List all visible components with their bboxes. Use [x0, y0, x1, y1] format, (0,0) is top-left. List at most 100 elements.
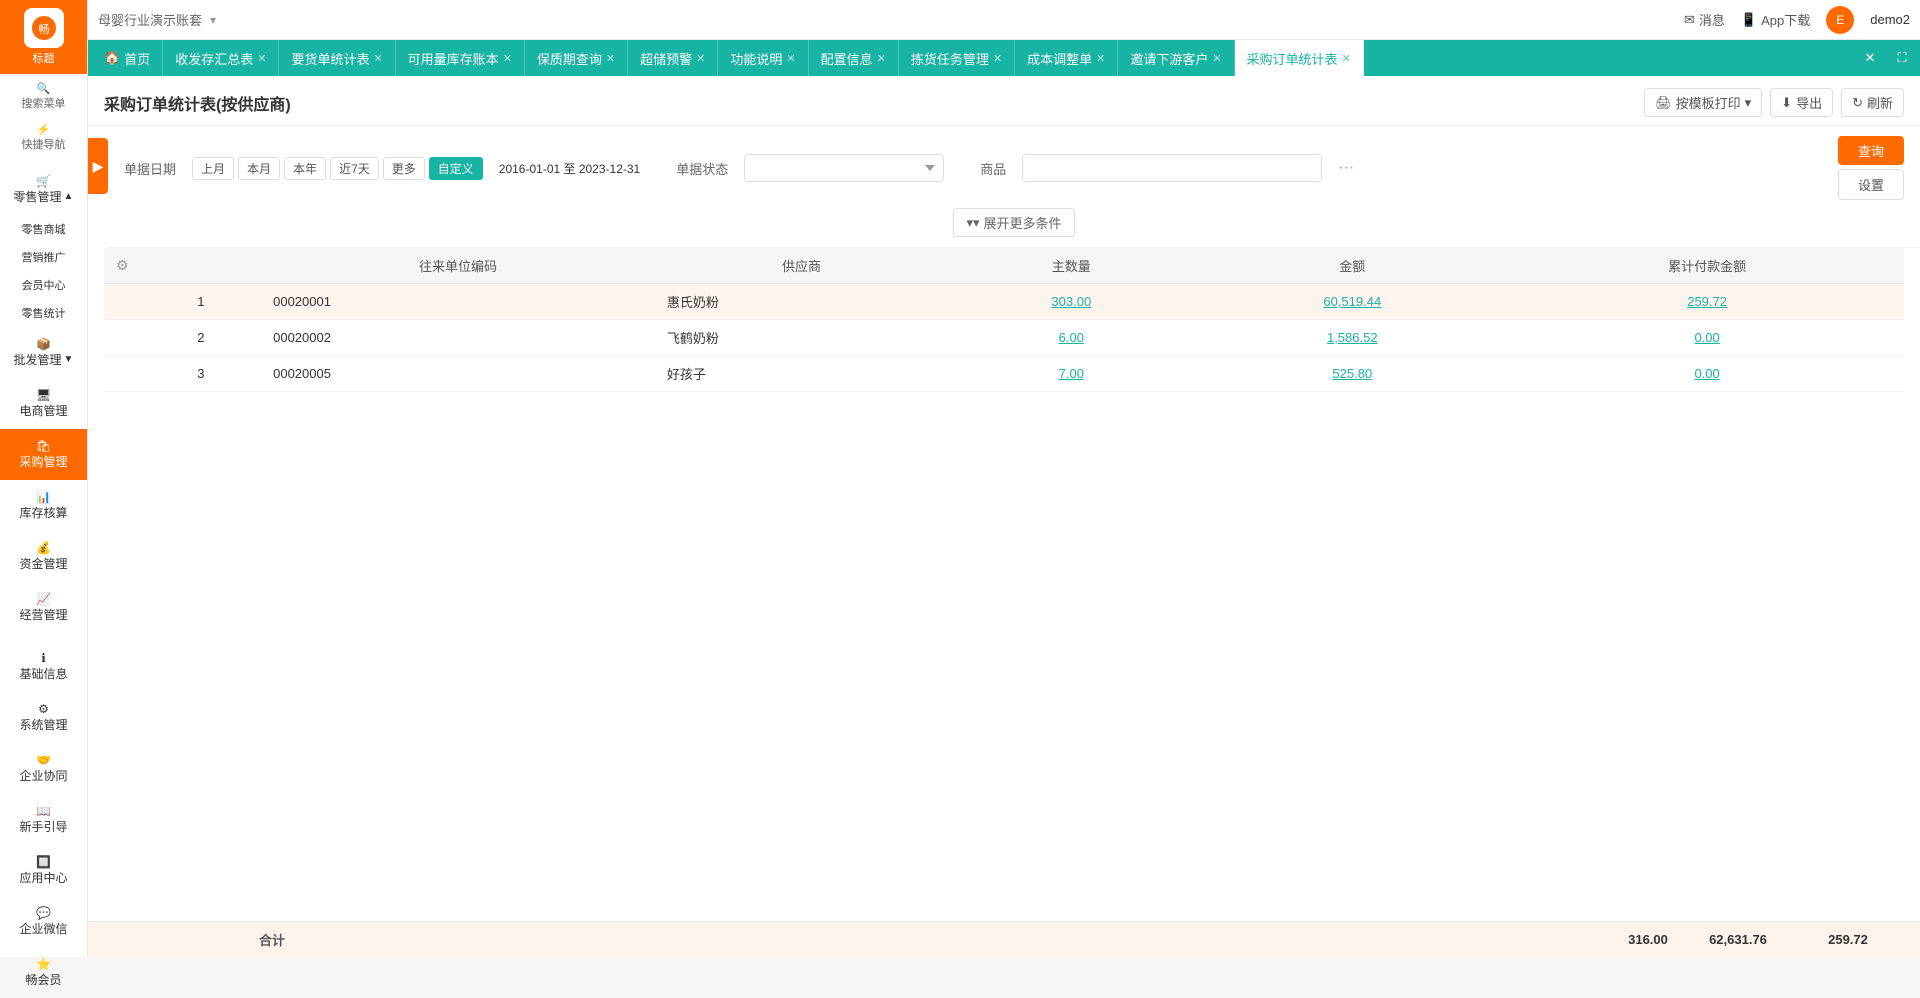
expand-more-button[interactable]: ▾▾ 展开更多条件 — [953, 208, 1074, 237]
username-label[interactable]: demo2 — [1870, 12, 1910, 27]
topbar-dropdown-icon[interactable]: ▾ — [210, 13, 216, 27]
sidebar-item-system[interactable]: ⚙ 系统管理 — [0, 692, 87, 743]
settings-button[interactable]: 设置 — [1838, 169, 1904, 200]
app-download-button[interactable]: 📱 App下载 — [1741, 10, 1810, 29]
td-supplier-2: 好孩子 — [655, 356, 948, 392]
td-main-qty-2[interactable]: 7.00 — [948, 356, 1194, 392]
tab-close-shoufahuihui[interactable]: ✕ — [257, 52, 266, 65]
sidebar-item-search[interactable]: 🔍 搜索菜单 — [0, 74, 87, 119]
td-supplier-0: 惠氏奶粉 — [655, 284, 948, 320]
print-dropdown-icon[interactable]: ▾ — [1745, 95, 1752, 111]
sidebar-item-appcenter[interactable]: 🔲 应用中心 — [0, 845, 87, 896]
topbar-right: ✉ 消息 📱 App下载 E demo2 — [1684, 6, 1910, 34]
date-this-year-button[interactable]: 本年 — [284, 157, 326, 180]
sidebar-logo: 畅 标题 — [0, 0, 87, 74]
sidebar: 畅 标题 🔍 搜索菜单 ⚡ 快捷导航 🛒 零售管理 ▲ 零售商城 营销推广 会员… — [0, 0, 88, 957]
sidebar-item-purchase[interactable]: 🛍 采购管理 — [0, 429, 87, 480]
sidebar-item-member[interactable]: 会员中心 — [0, 271, 87, 299]
date-more-button[interactable]: 更多 — [383, 157, 425, 180]
tab-close-peizhi[interactable]: ✕ — [877, 52, 886, 65]
sidebar-item-basic[interactable]: ℹ 基础信息 — [0, 641, 87, 692]
td-paid-amount-2[interactable]: 0.00 — [1510, 356, 1904, 392]
sidebar-item-batch[interactable]: 📦 批发管理 ▼ — [0, 327, 87, 378]
sidebar-item-enterprise[interactable]: 🤝 企业协同 — [0, 743, 87, 794]
td-supplier-1: 飞鹤奶粉 — [655, 320, 948, 356]
tab-zhohuo[interactable]: 拣货任务管理 ✕ — [899, 40, 1015, 76]
query-button[interactable]: 查询 — [1838, 136, 1904, 165]
tab-close-gongneng[interactable]: ✕ — [786, 52, 795, 65]
app-download-icon: 📱 — [1741, 12, 1757, 28]
footer-main-qty: 316.00 — [1608, 932, 1688, 947]
appcenter-icon: 🔲 — [36, 855, 51, 869]
sidebar-item-retail-shop[interactable]: 零售商城 — [0, 215, 87, 243]
tab-peizhi[interactable]: 配置信息 ✕ — [809, 40, 899, 76]
td-paid-amount-1[interactable]: 0.00 — [1510, 320, 1904, 356]
print-icon: 🖨 — [1655, 95, 1672, 111]
table-row[interactable]: 3 00020005 好孩子 7.00 525.80 0.00 — [104, 356, 1904, 392]
tab-yaoqing[interactable]: 邀请下游客户 ✕ — [1118, 40, 1234, 76]
table-row[interactable]: 1 00020001 惠氏奶粉 303.00 60,519.44 259.72 — [104, 284, 1904, 320]
column-settings-icon[interactable]: ⚙ — [116, 257, 129, 273]
sidebar-item-ecommerce[interactable]: 🖥 电商管理 — [0, 378, 87, 429]
tab-chaochuyujing[interactable]: 超储预警 ✕ — [628, 40, 718, 76]
tab-caigou[interactable]: 采购订单统计表 ✕ — [1235, 40, 1364, 76]
tab-close-baozhiqi[interactable]: ✕ — [606, 52, 615, 65]
table-row[interactable]: 2 00020002 飞鹤奶粉 6.00 1,586.52 0.00 — [104, 320, 1904, 356]
date-custom-button[interactable]: 自定义 — [429, 157, 483, 180]
sidebar-item-finance[interactable]: 💰 资金管理 — [0, 531, 87, 582]
td-amount-2[interactable]: 525.80 — [1194, 356, 1510, 392]
tab-close-keyongliang[interactable]: ✕ — [503, 52, 512, 65]
td-paid-amount-0[interactable]: 259.72 — [1510, 284, 1904, 320]
status-select[interactable] — [744, 154, 944, 182]
user-avatar[interactable]: E — [1826, 6, 1854, 34]
sidebar-item-retail[interactable]: 🛒 零售管理 ▲ — [0, 164, 87, 215]
td-amount-0[interactable]: 60,519.44 — [1194, 284, 1510, 320]
td-amount-1[interactable]: 1,586.52 — [1194, 320, 1510, 356]
td-row-num-0: 1 — [141, 284, 262, 320]
tab-shoufahuihui[interactable]: 收发存汇总表 ✕ — [163, 40, 279, 76]
goods-more-icon[interactable]: ··· — [1338, 159, 1354, 177]
status-filter-label: 单据状态 — [676, 159, 728, 178]
tab-close-chaochuyujing[interactable]: ✕ — [696, 52, 705, 65]
date-last-month-button[interactable]: 上月 — [192, 157, 234, 180]
filter-collapse-button[interactable]: ▶ — [88, 138, 108, 194]
message-button[interactable]: ✉ 消息 — [1684, 10, 1725, 29]
tab-chengben[interactable]: 成本调整单 ✕ — [1015, 40, 1118, 76]
tab-home[interactable]: 🏠 首页 — [92, 40, 163, 76]
tab-gongneng[interactable]: 功能说明 ✕ — [718, 40, 808, 76]
sidebar-item-marketing[interactable]: 营销推广 — [0, 243, 87, 271]
sidebar-item-wechat[interactable]: 💬 企业微信 — [0, 896, 87, 947]
sidebar-item-newguide[interactable]: 📖 新手引导 — [0, 794, 87, 845]
tab-close-yaoqing[interactable]: ✕ — [1212, 52, 1221, 65]
print-button[interactable]: 🖨 按模板打印 ▾ — [1644, 88, 1762, 117]
goods-input[interactable] — [1022, 154, 1322, 182]
tab-close-zhohuo[interactable]: ✕ — [993, 52, 1002, 65]
sidebar-item-operations[interactable]: 📈 经营管理 — [0, 582, 87, 633]
sidebar-item-retail-stat[interactable]: 零售统计 — [0, 299, 87, 327]
footer-paid-amount: 259.72 — [1788, 932, 1908, 947]
tab-baozhiqi[interactable]: 保质期查询 ✕ — [525, 40, 628, 76]
td-main-qty-0[interactable]: 303.00 — [948, 284, 1194, 320]
footer-label: 合计 — [172, 930, 372, 949]
date-7days-button[interactable]: 近7天 — [330, 157, 379, 180]
sidebar-item-quicknav[interactable]: ⚡ 快捷导航 — [0, 119, 87, 156]
tab-close-all-button[interactable]: ✕ — [1856, 44, 1884, 72]
tab-close-yaohuodan[interactable]: ✕ — [373, 52, 382, 65]
tab-keyongliang[interactable]: 可用量库存账本 ✕ — [396, 40, 525, 76]
tab-yaohuodan[interactable]: 要货单统计表 ✕ — [279, 40, 395, 76]
th-main-qty: 主数量 — [948, 248, 1194, 284]
th-paid-amount: 累计付款金额 — [1510, 248, 1904, 284]
tab-close-chengben[interactable]: ✕ — [1096, 52, 1105, 65]
date-this-month-button[interactable]: 本月 — [238, 157, 280, 180]
td-unit-code-0: 00020001 — [261, 284, 655, 320]
refresh-button[interactable]: ↻ 刷新 — [1841, 88, 1904, 117]
td-main-qty-1[interactable]: 6.00 — [948, 320, 1194, 356]
tab-close-caigou[interactable]: ✕ — [1342, 52, 1351, 65]
expand-icon: ▾▾ — [966, 215, 979, 231]
export-button[interactable]: ⬇ 导出 — [1770, 88, 1833, 117]
sidebar-item-vip[interactable]: ⭐ 畅会员 — [0, 947, 87, 998]
th-settings[interactable]: ⚙ — [104, 248, 141, 284]
tab-maximize-button[interactable]: ⛶ — [1888, 44, 1916, 72]
main-area: 母婴行业演示账套 ▾ ✉ 消息 📱 App下载 E demo2 🏠 首页 收发存… — [88, 0, 1920, 957]
sidebar-item-inventory[interactable]: 📊 库存核算 — [0, 480, 87, 531]
